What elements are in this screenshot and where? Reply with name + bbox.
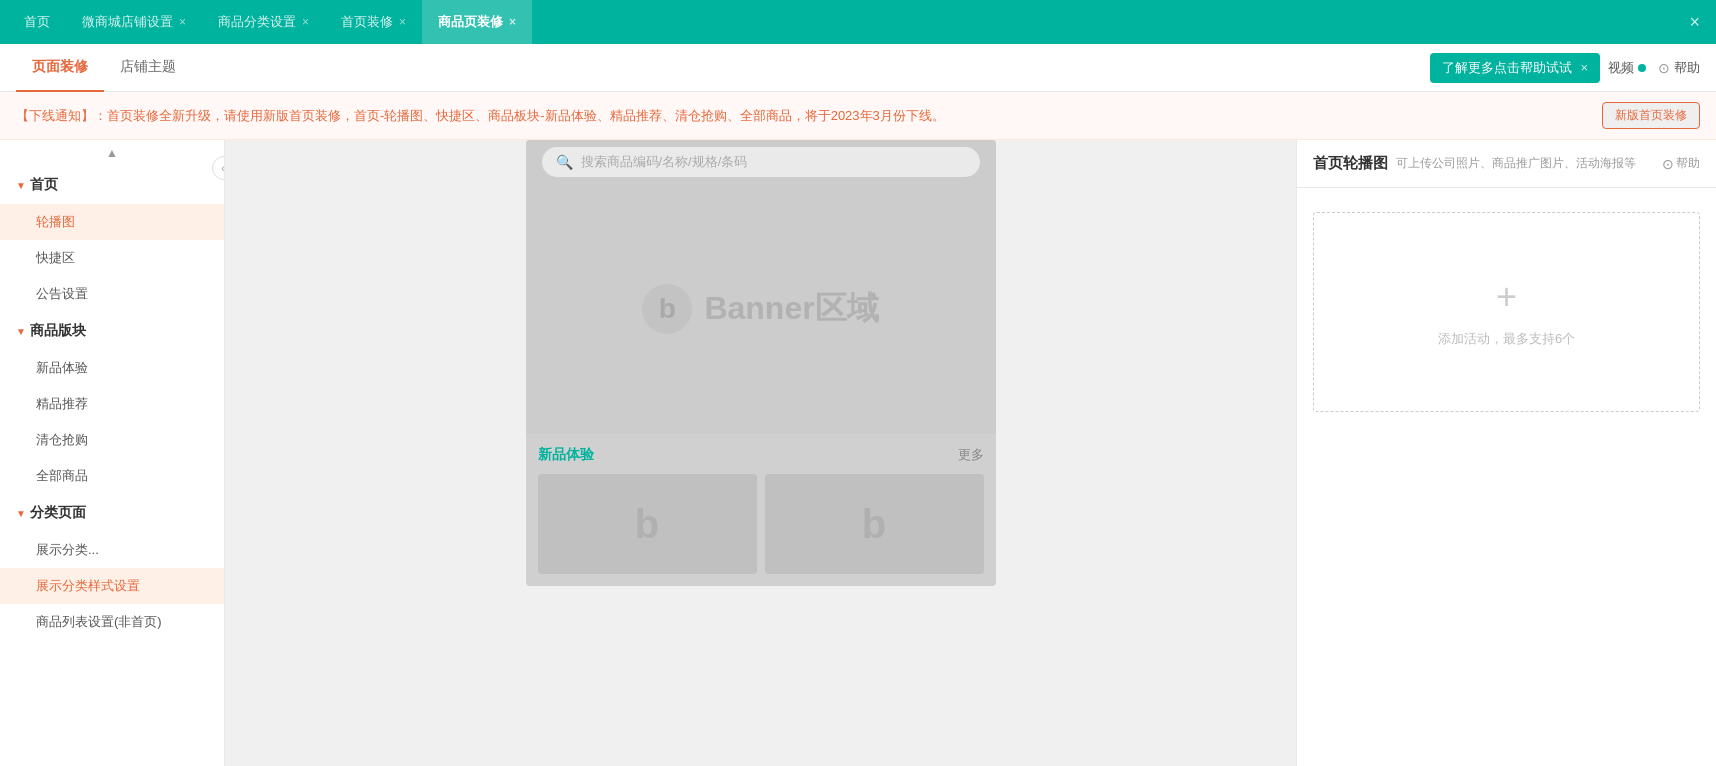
sidebar-item-show-category-style[interactable]: 展示分类样式设置	[0, 568, 224, 604]
sidebar-item-all-products[interactable]: 全部商品	[0, 458, 224, 494]
video-label: 视频	[1608, 59, 1634, 77]
window-close-button[interactable]: ×	[1681, 8, 1708, 37]
tab-category-settings[interactable]: 商品分类设置 ×	[202, 0, 325, 44]
sidebar-item-show-category[interactable]: 展示分类...	[0, 532, 224, 568]
right-panel-help-button[interactable]: ⊙ 帮助	[1662, 155, 1700, 172]
right-panel-subtitle: 可上传公司照片、商品推广图片、活动海报等	[1396, 155, 1654, 172]
product-section: 新品体验 更多 b b	[526, 434, 996, 586]
sidebar-item-notice[interactable]: 公告设置	[0, 276, 224, 312]
sub-tab-store-theme[interactable]: 店铺主题	[104, 44, 192, 92]
sidebar-item-new-experience[interactable]: 新品体验	[0, 350, 224, 386]
main-layout: ▲ « ▼ 首页 轮播图 快捷区 公告设置 ▼ 商品版块 新品体验 精品推荐 清…	[0, 140, 1716, 766]
tab-store-settings[interactable]: 微商城店铺设置 ×	[66, 0, 202, 44]
tab-home[interactable]: 首页	[8, 0, 66, 44]
search-bar[interactable]: 🔍 搜索商品编码/名称/规格/条码	[542, 147, 980, 177]
sidebar-item-clearance[interactable]: 清仓抢购	[0, 422, 224, 458]
product-section-header: 新品体验 更多	[538, 446, 984, 464]
sidebar-item-quick-area[interactable]: 快捷区	[0, 240, 224, 276]
product-grid: b b	[538, 474, 984, 574]
sidebar-group-product-block-label: 商品版块	[30, 322, 86, 340]
new-home-decor-button[interactable]: 新版首页装修	[1602, 102, 1700, 129]
sidebar-item-featured[interactable]: 精品推荐	[0, 386, 224, 422]
sidebar-scroll-up[interactable]: ▲	[0, 140, 224, 166]
banner-area[interactable]: b Banner区域	[526, 184, 996, 434]
sidebar-group-category-page[interactable]: ▼ 分类页面	[0, 494, 224, 532]
sidebar-group-category-page-label: 分类页面	[30, 504, 86, 522]
sidebar-item-product-list-settings[interactable]: 商品列表设置(非首页)	[0, 604, 224, 640]
sidebar-arrow-home: ▼	[16, 180, 26, 191]
right-panel: 首页轮播图 可上传公司照片、商品推广图片、活动海报等 ⊙ 帮助 + 添加活动，最…	[1296, 140, 1716, 766]
product-b-icon-1: b	[635, 502, 659, 547]
add-text: 添加活动，最多支持6个	[1438, 330, 1575, 348]
product-b-icon-2: b	[862, 502, 886, 547]
add-icon: +	[1496, 276, 1517, 318]
banner-text: Banner区域	[704, 287, 878, 331]
help-button[interactable]: ⊙ 帮助	[1658, 59, 1700, 77]
tab-home-decor[interactable]: 首页装修 ×	[325, 0, 422, 44]
product-card-1[interactable]: b	[538, 474, 757, 574]
help-banner: 了解更多点击帮助试试 ×	[1430, 53, 1600, 83]
section-more: 更多	[958, 446, 984, 464]
notice-bar: 【下线通知】：首页装修全新升级，请使用新版首页装修，首页-轮播图、快捷区、商品板…	[0, 92, 1716, 140]
sidebar: ▲ « ▼ 首页 轮播图 快捷区 公告设置 ▼ 商品版块 新品体验 精品推荐 清…	[0, 140, 225, 766]
tab-category-settings-close[interactable]: ×	[302, 15, 309, 29]
help-banner-text: 了解更多点击帮助试试	[1442, 59, 1572, 77]
dot-indicator	[1638, 64, 1646, 72]
tab-bar: 首页 微商城店铺设置 × 商品分类设置 × 首页装修 × 商品页装修 × ×	[0, 0, 1716, 44]
section-title: 新品体验	[538, 446, 594, 464]
tab-store-settings-close[interactable]: ×	[179, 15, 186, 29]
phone-search: 🔍 搜索商品编码/名称/规格/条码	[526, 140, 996, 184]
phone-frame: 🔍 搜索商品编码/名称/规格/条码 b Banner区域 新品体验 更多	[526, 140, 996, 586]
sidebar-arrow-category-page: ▼	[16, 508, 26, 519]
right-panel-title: 首页轮播图	[1313, 154, 1388, 173]
product-card-2[interactable]: b	[765, 474, 984, 574]
sidebar-item-banner[interactable]: 轮播图	[0, 204, 224, 240]
sidebar-group-home-label: 首页	[30, 176, 58, 194]
sidebar-group-product-block[interactable]: ▼ 商品版块	[0, 312, 224, 350]
banner-b-icon: b	[642, 284, 692, 334]
add-banner-area[interactable]: + 添加活动，最多支持6个	[1313, 212, 1700, 412]
right-panel-header: 首页轮播图 可上传公司照片、商品推广图片、活动海报等 ⊙ 帮助	[1297, 140, 1716, 188]
search-placeholder: 搜索商品编码/名称/规格/条码	[581, 153, 748, 171]
video-button[interactable]: 视频	[1608, 59, 1646, 77]
help-label: 帮助	[1674, 59, 1700, 77]
tab-product-page-decor-close[interactable]: ×	[509, 15, 516, 29]
preview-area: 🔍 搜索商品编码/名称/规格/条码 b Banner区域 新品体验 更多	[225, 140, 1296, 766]
sidebar-group-home[interactable]: ▼ 首页	[0, 166, 224, 204]
sidebar-arrow-product-block: ▼	[16, 326, 26, 337]
help-banner-close[interactable]: ×	[1580, 60, 1588, 75]
tab-home-decor-close[interactable]: ×	[399, 15, 406, 29]
tab-product-page-decor[interactable]: 商品页装修 ×	[422, 0, 532, 44]
banner-logo: b Banner区域	[642, 284, 878, 334]
notice-text: 【下线通知】：首页装修全新升级，请使用新版首页装修，首页-轮播图、快捷区、商品板…	[16, 107, 1594, 125]
sub-tab-page-decor[interactable]: 页面装修	[16, 44, 104, 92]
sub-header: 页面装修 店铺主题 了解更多点击帮助试试 × 视频 ⊙ 帮助	[0, 44, 1716, 92]
header-right-actions: 视频 ⊙ 帮助	[1608, 59, 1700, 77]
